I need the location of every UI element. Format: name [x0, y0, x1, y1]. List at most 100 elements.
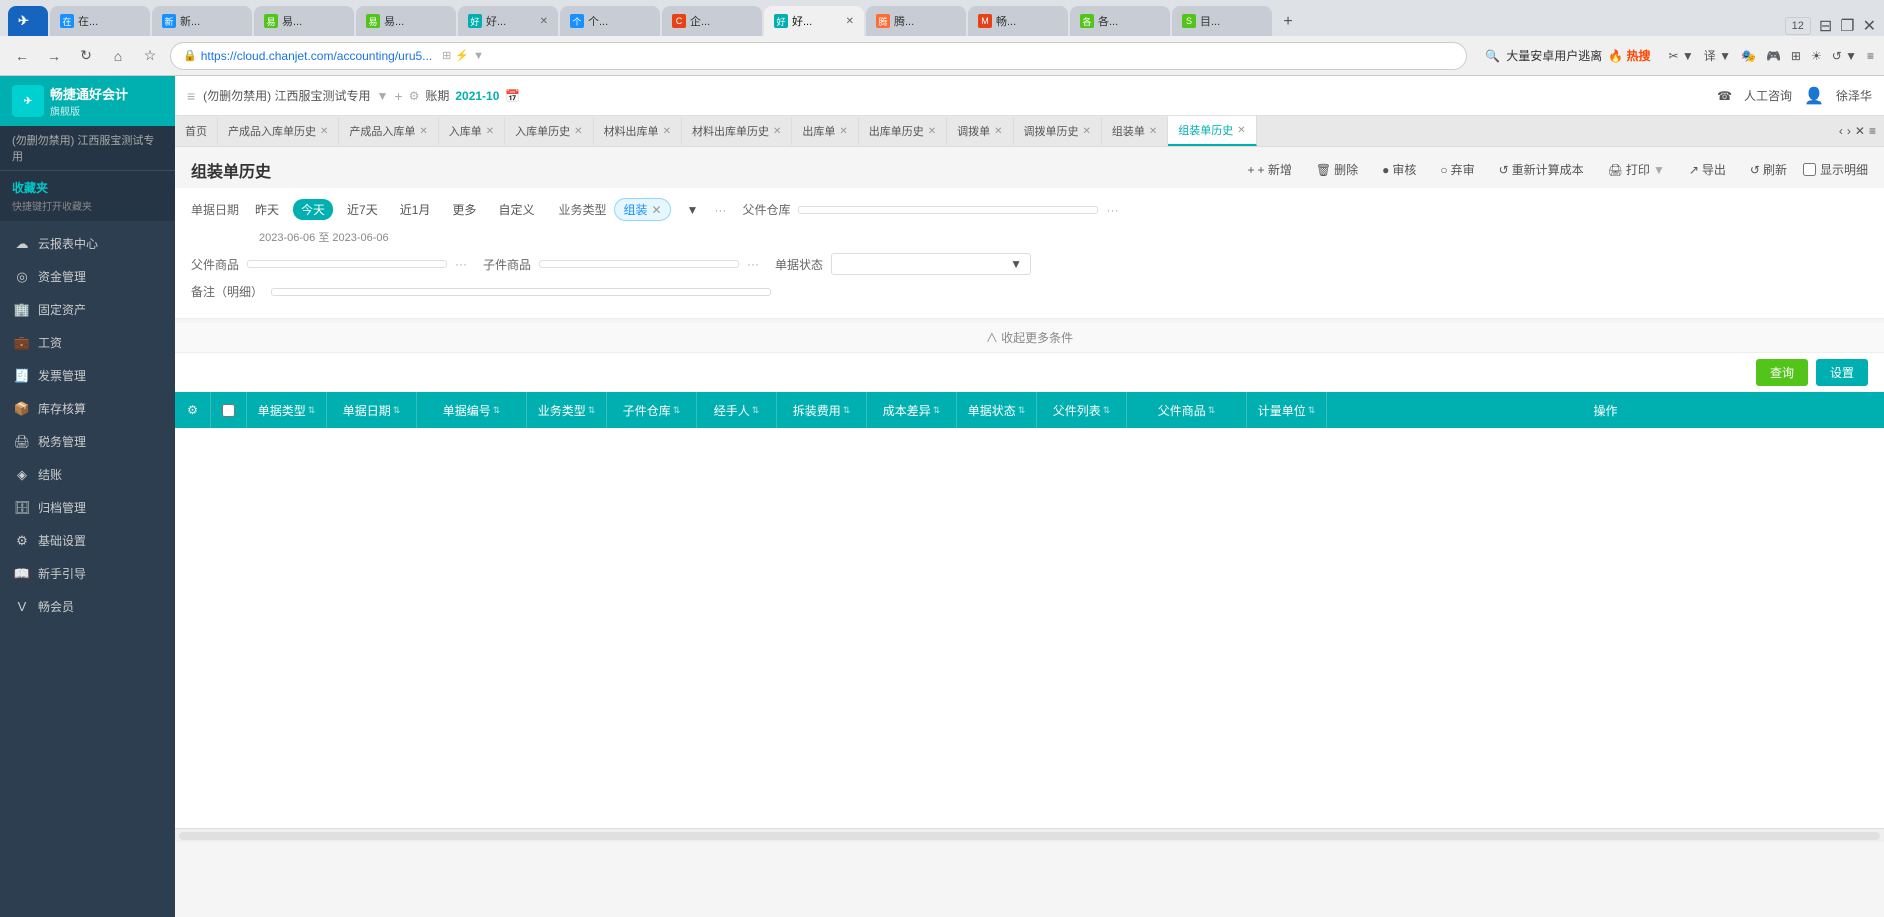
- tab-transfer-history[interactable]: 调拨单历史 ✕: [1014, 117, 1102, 145]
- close-tab-icon[interactable]: ✕: [486, 126, 494, 137]
- calendar-icon[interactable]: 📅: [505, 89, 520, 103]
- tab-material-outbound[interactable]: 材料出库单 ✕: [594, 117, 682, 145]
- tab-outbound[interactable]: 出库单 ✕: [792, 117, 858, 145]
- export-button[interactable]: ↗ 导出: [1681, 157, 1734, 182]
- tab-scroll-right-icon[interactable]: ›: [1847, 124, 1851, 138]
- close-tab-icon[interactable]: ✕: [773, 126, 781, 137]
- scrollbar-area[interactable]: [175, 828, 1884, 842]
- close-tab-icon[interactable]: ✕: [419, 126, 427, 137]
- close-tab-icon[interactable]: ✕: [839, 126, 847, 137]
- th-unit[interactable]: 计量单位 ⇅: [1247, 392, 1327, 428]
- close-tab-icon[interactable]: ✕: [1149, 126, 1157, 137]
- sidebar-item-fixed-assets[interactable]: 🏢 固定资产: [0, 293, 175, 326]
- recalculate-button[interactable]: ↺ 重新计算成本: [1491, 157, 1592, 182]
- th-handler[interactable]: 经手人 ⇅: [697, 392, 777, 428]
- close-tab-icon[interactable]: ✕: [663, 126, 671, 137]
- delete-button[interactable]: 🗑 删除: [1308, 157, 1366, 182]
- refresh-button[interactable]: ↻: [74, 44, 98, 68]
- th-parent-goods[interactable]: 父件商品 ⇅: [1127, 392, 1247, 428]
- browser-tab-4[interactable]: 易 易...: [356, 6, 456, 36]
- print-button[interactable]: 🖨 打印 ▼: [1600, 157, 1673, 182]
- browser-tab-1[interactable]: 在 在...: [50, 6, 150, 36]
- sidebar-item-archive[interactable]: 🗄 归档管理: [0, 491, 175, 524]
- date-btn-today[interactable]: 今天: [293, 199, 333, 220]
- notes-input[interactable]: [271, 288, 771, 296]
- date-btn-7days[interactable]: 近7天: [339, 199, 386, 220]
- sidebar-item-guide[interactable]: 📖 新手引导: [0, 557, 175, 590]
- back-button[interactable]: ←: [10, 44, 34, 68]
- close-tab-icon[interactable]: ✕: [574, 126, 582, 137]
- sidebar-item-cloud-reports[interactable]: ☁ 云报表中心: [0, 227, 175, 260]
- doc-status-dropdown[interactable]: ▼: [831, 253, 1031, 275]
- close-tab-icon[interactable]: ✕: [320, 126, 328, 137]
- tab-assembly-history[interactable]: 组装单历史 ✕: [1168, 116, 1256, 146]
- tab-assembly[interactable]: 组装单 ✕: [1102, 117, 1168, 145]
- browser-tab-3[interactable]: 易 易...: [254, 6, 354, 36]
- date-btn-more[interactable]: 更多: [444, 199, 484, 220]
- tab-material-outbound-history[interactable]: 材料出库单历史 ✕: [682, 117, 792, 145]
- tab-outbound-history[interactable]: 出库单历史 ✕: [859, 117, 947, 145]
- url-bar[interactable]: 🔒 https://cloud.chanjet.com/accounting/u…: [170, 42, 1467, 70]
- tab-production-inbound-history[interactable]: 产成品入库单历史 ✕: [218, 117, 339, 145]
- browser-tab-5[interactable]: 好 好... ✕: [458, 6, 558, 36]
- th-doc-status[interactable]: 单据状态 ⇅: [957, 392, 1037, 428]
- browser-tab-2[interactable]: 新 新...: [152, 6, 252, 36]
- show-detail-input[interactable]: [1803, 163, 1816, 176]
- th-disassembly-cost[interactable]: 拆装费用 ⇅: [777, 392, 867, 428]
- sidebar-item-invoice[interactable]: 🧾 发票管理: [0, 359, 175, 392]
- browser-tab-6[interactable]: 个 个...: [560, 6, 660, 36]
- close-tab-icon[interactable]: ✕: [928, 126, 936, 137]
- sidebar-item-funds[interactable]: ◎ 资金管理: [0, 260, 175, 293]
- tab-home[interactable]: 首页: [175, 117, 218, 145]
- business-type-dots[interactable]: ···: [714, 203, 726, 217]
- tab-inbound[interactable]: 入库单 ✕: [439, 117, 505, 145]
- sidebar-favorites[interactable]: 收藏夹 快捷键打开收藏夹: [0, 171, 175, 221]
- th-doc-number[interactable]: 单据编号 ⇅: [417, 392, 527, 428]
- sidebar-item-settings[interactable]: ⚙ 基础设置: [0, 524, 175, 557]
- browser-tab-9[interactable]: 腾 腾...: [866, 6, 966, 36]
- close-tab-icon[interactable]: ✕: [994, 126, 1002, 137]
- tab-production-inbound[interactable]: 产成品入库单 ✕: [339, 117, 438, 145]
- date-btn-custom[interactable]: 自定义: [490, 199, 542, 220]
- browser-tab-11[interactable]: 各 各...: [1070, 6, 1170, 36]
- settings-button[interactable]: 设置: [1816, 359, 1868, 386]
- show-detail-checkbox[interactable]: 显示明细: [1803, 161, 1868, 178]
- sidebar-item-tax[interactable]: 🖨 税务管理: [0, 425, 175, 458]
- parent-goods-input[interactable]: [247, 260, 447, 268]
- print-dropdown-icon[interactable]: ▼: [1653, 163, 1665, 177]
- date-btn-1month[interactable]: 近1月: [392, 199, 439, 220]
- collapse-bar[interactable]: ∧ 收起更多条件: [175, 323, 1884, 353]
- tab-scroll-left-icon[interactable]: ‹: [1839, 124, 1843, 138]
- company-dropdown-icon[interactable]: ▼: [377, 89, 389, 103]
- search-bar[interactable]: 🔍 大量安卓用户逃离 🔥 热搜: [1485, 47, 1650, 64]
- th-cost-diff[interactable]: 成本差异 ⇅: [867, 392, 957, 428]
- add-icon[interactable]: +: [394, 88, 402, 104]
- sidebar-item-inventory[interactable]: 📦 库存核算: [0, 392, 175, 425]
- browser-tab-12[interactable]: S 目...: [1172, 6, 1272, 36]
- browser-tab-10[interactable]: M 畅...: [968, 6, 1068, 36]
- th-settings[interactable]: ⚙: [175, 392, 211, 428]
- new-button[interactable]: + + 新增: [1239, 157, 1299, 182]
- query-button[interactable]: 查询: [1756, 359, 1808, 386]
- th-parent-list[interactable]: 父件列表 ⇅: [1037, 392, 1127, 428]
- abandon-button[interactable]: ○ 弃审: [1432, 157, 1482, 182]
- browser-tab-logo[interactable]: ✈: [8, 6, 48, 36]
- bookmark-button[interactable]: ☆: [138, 44, 162, 68]
- refresh-button[interactable]: ↺ 刷新: [1742, 157, 1795, 182]
- sidebar-item-payroll[interactable]: 💼 工资: [0, 326, 175, 359]
- th-child-warehouse[interactable]: 子件仓库 ⇅: [607, 392, 697, 428]
- service-label[interactable]: 人工咨询: [1744, 87, 1792, 104]
- child-goods-input[interactable]: [539, 260, 739, 268]
- scrollbar-track[interactable]: [179, 832, 1880, 840]
- tab-transfer[interactable]: 调拨单 ✕: [947, 117, 1013, 145]
- th-doc-type[interactable]: 单据类型 ⇅: [247, 392, 327, 428]
- forward-button[interactable]: →: [42, 44, 66, 68]
- tab-menu-icon[interactable]: ≡: [1869, 124, 1876, 138]
- new-tab-button[interactable]: +: [1274, 8, 1302, 36]
- th-business-type[interactable]: 业务类型 ⇅: [527, 392, 607, 428]
- home-button[interactable]: ⌂: [106, 44, 130, 68]
- parent-warehouse-dots[interactable]: ···: [1106, 203, 1118, 217]
- browser-tab-7[interactable]: C 企...: [662, 6, 762, 36]
- remove-business-type-icon[interactable]: ✕: [651, 203, 661, 217]
- business-type-dropdown[interactable]: ▼: [679, 200, 707, 220]
